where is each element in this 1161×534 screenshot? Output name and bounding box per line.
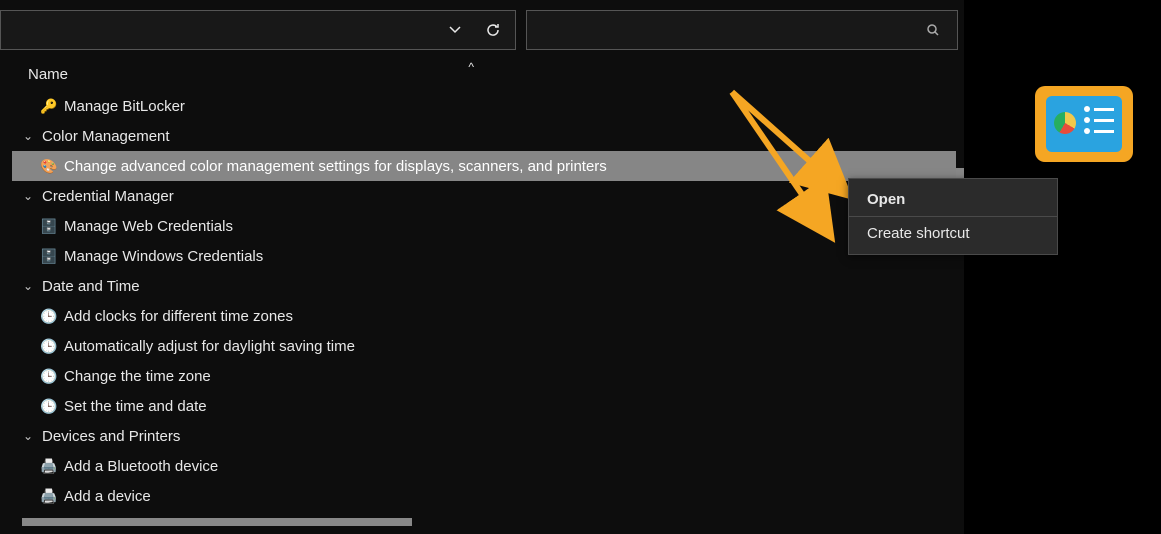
context-menu: Open Create shortcut	[848, 178, 1058, 255]
column-header-name[interactable]: Name	[12, 60, 956, 91]
control-panel-shortcut-icon[interactable]	[1035, 86, 1133, 162]
item-label: Change the time zone	[64, 368, 211, 385]
item-icon: 🕒	[40, 397, 58, 415]
item-icon: 🖨️	[40, 457, 58, 475]
item-label: Set the time and date	[64, 398, 207, 415]
item-icon: 🕒	[40, 337, 58, 355]
chevron-down-icon: ⌄	[20, 189, 36, 203]
search-box[interactable]	[526, 10, 958, 50]
chevron-down-icon[interactable]	[441, 16, 469, 44]
address-bar[interactable]	[0, 10, 516, 50]
chevron-down-icon: ⌄	[20, 129, 36, 143]
item-label: Manage BitLocker	[64, 98, 185, 115]
item-add-device[interactable]: 🖨️ Add a device	[12, 481, 956, 511]
item-add-bluetooth[interactable]: 🖨️ Add a Bluetooth device	[12, 451, 956, 481]
items-list[interactable]: Name 🔑 Manage BitLocker ⌄ Color Management 🎨…	[12, 60, 956, 534]
group-color-management[interactable]: ⌄ Color Management	[12, 121, 956, 151]
item-label: Add a Bluetooth device	[64, 458, 218, 475]
menu-open[interactable]: Open	[849, 183, 1057, 216]
item-label: Add a device	[64, 488, 151, 505]
item-icon: 🕒	[40, 307, 58, 325]
item-change-timezone[interactable]: 🕒 Change the time zone	[12, 361, 956, 391]
horizontal-scrollbar[interactable]	[22, 518, 412, 526]
item-icon: 🎨	[40, 157, 58, 175]
group-credential-manager[interactable]: ⌄ Credential Manager	[12, 181, 956, 211]
item-icon: 🗄️	[40, 217, 58, 235]
refresh-icon[interactable]	[479, 16, 507, 44]
toolbar	[0, 0, 964, 60]
item-icon: 🖨️	[40, 487, 58, 505]
item-label: Change advanced color management setting…	[64, 158, 607, 175]
item-label: Manage Windows Credentials	[64, 248, 263, 265]
item-add-clocks[interactable]: 🕒 Add clocks for different time zones	[12, 301, 956, 331]
group-date-and-time[interactable]: ⌄ Date and Time	[12, 271, 956, 301]
control-panel-window: ^ Name 🔑Manage BitLocker⌄Color Managemen…	[0, 0, 964, 534]
group-devices-and-printers[interactable]: ⌄ Devices and Printers	[12, 421, 956, 451]
item-auto-dst[interactable]: 🕒 Automatically adjust for daylight savin…	[12, 331, 956, 361]
chevron-down-icon: ⌄	[20, 429, 36, 443]
item-manage-bitlocker[interactable]: 🔑 Manage BitLocker	[12, 91, 956, 121]
group-label: Date and Time	[42, 278, 140, 295]
group-label: Color Management	[42, 128, 170, 145]
item-label: Manage Web Credentials	[64, 218, 233, 235]
item-change-advanced-color[interactable]: 🎨 Change advanced color management settin…	[12, 151, 956, 181]
content-area: ^ Name 🔑Manage BitLocker⌄Color Managemen…	[0, 60, 964, 534]
item-set-time-date[interactable]: 🕒 Set the time and date	[12, 391, 956, 421]
item-icon: 🔑	[40, 97, 58, 115]
item-label: Add clocks for different time zones	[64, 308, 293, 325]
item-manage-windows-credentials[interactable]: 🗄️ Manage Windows Credentials	[12, 241, 956, 271]
item-label: Automatically adjust for daylight saving…	[64, 338, 355, 355]
menu-create-shortcut[interactable]: Create shortcut	[849, 217, 1057, 250]
item-icon: 🕒	[40, 367, 58, 385]
group-label: Devices and Printers	[42, 428, 180, 445]
search-icon	[919, 16, 947, 44]
item-icon: 🗄️	[40, 247, 58, 265]
chevron-down-icon: ⌄	[20, 279, 36, 293]
item-manage-web-credentials[interactable]: 🗄️ Manage Web Credentials	[12, 211, 956, 241]
group-label: Credential Manager	[42, 188, 174, 205]
